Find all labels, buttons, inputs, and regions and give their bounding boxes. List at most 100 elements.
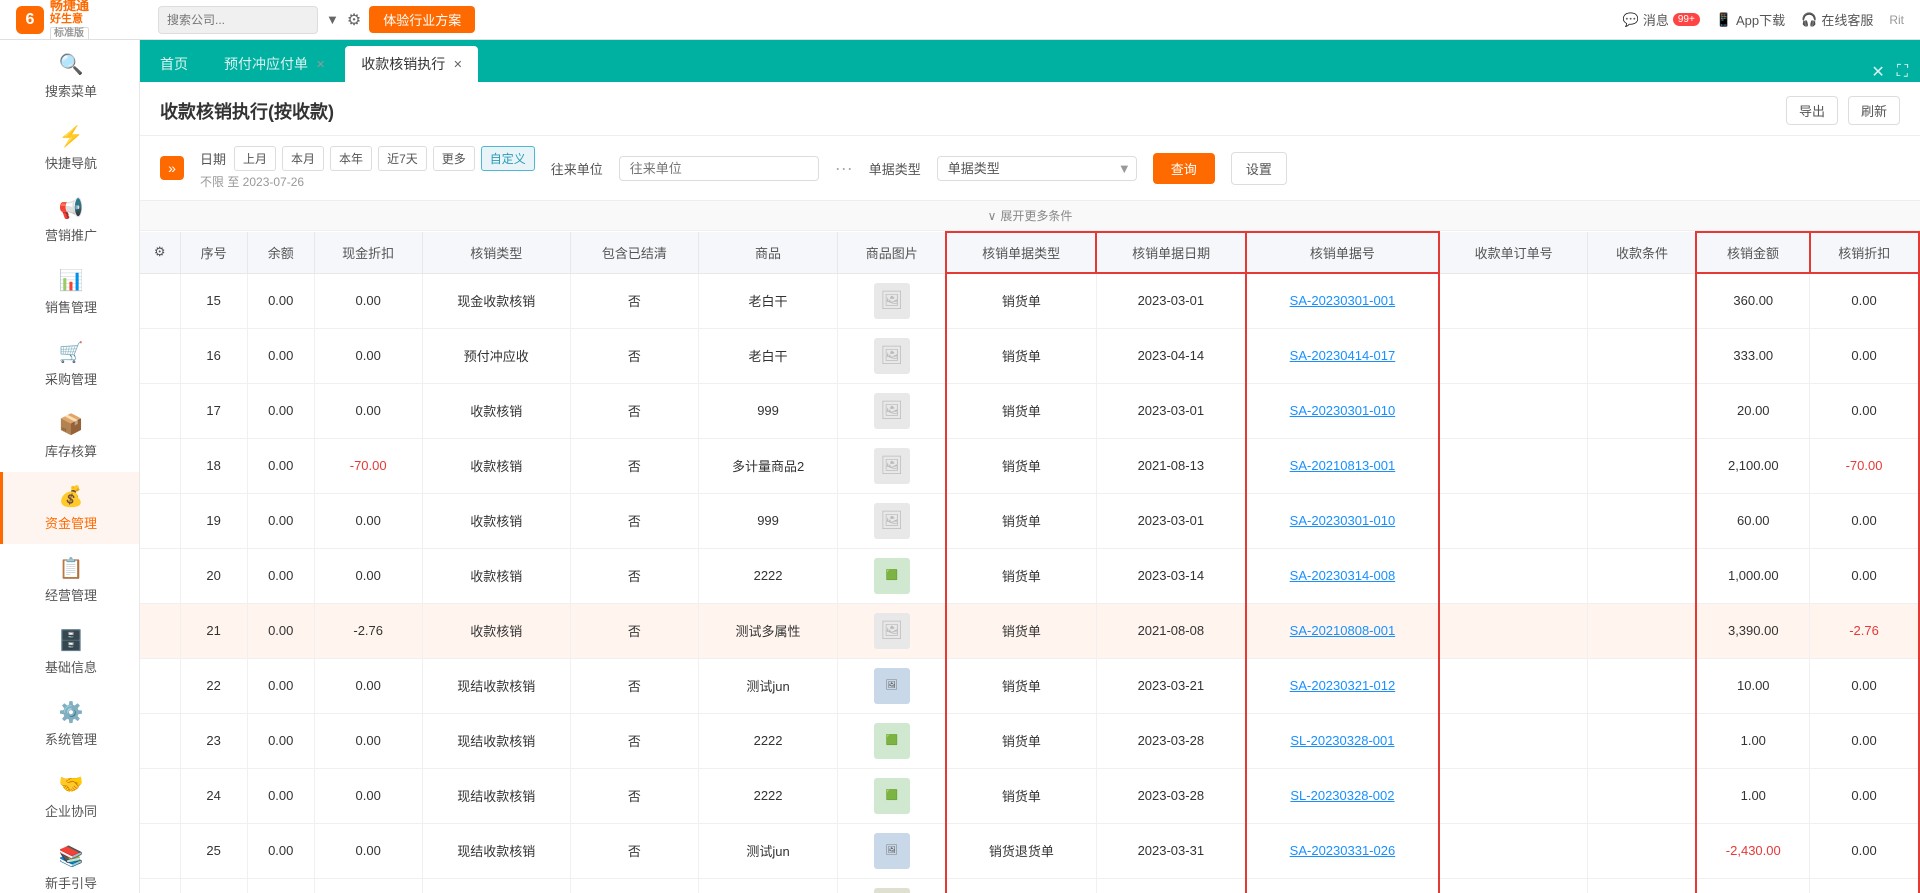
td-voucher-date: 2023-03-31 bbox=[1096, 823, 1246, 878]
td-cash-discount: 0.00 bbox=[314, 493, 422, 548]
td-voucher-type: 销货单 bbox=[946, 438, 1096, 493]
tab-2[interactable]: 收款核销执行✕ bbox=[345, 46, 478, 82]
td-voucher-type: 销货单 bbox=[946, 603, 1096, 658]
last-7days-btn[interactable]: 近7天 bbox=[378, 146, 427, 171]
th-settings[interactable]: ⚙ bbox=[140, 232, 180, 273]
voucher-no-link[interactable]: SA-20230314-008 bbox=[1290, 568, 1396, 583]
td-settings bbox=[140, 658, 180, 713]
table-row: 24 0.00 0.00 现结收款核销 否 2222 🟩 销货单 2023-03… bbox=[140, 768, 1919, 823]
online-service-label: 在线客服 bbox=[1821, 10, 1873, 29]
td-balance: 0.00 bbox=[247, 603, 314, 658]
goods-img: 🖼 bbox=[874, 668, 910, 704]
th-include-settled: 包含已结清 bbox=[570, 232, 698, 273]
tab-1[interactable]: 预付冲应付单✕ bbox=[208, 46, 341, 82]
sidebar-item-8[interactable]: 🗄️基础信息 bbox=[0, 616, 139, 688]
filter-settings-btn[interactable]: 设置 bbox=[1231, 152, 1287, 185]
voucher-no-link[interactable]: SL-20230328-001 bbox=[1290, 733, 1394, 748]
close-window-icon[interactable]: ✕ bbox=[1871, 62, 1884, 82]
td-goods: 测试jun bbox=[698, 658, 837, 713]
app-download-label: App下载 bbox=[1736, 10, 1785, 29]
td-write-off-discount: 0.00 bbox=[1810, 768, 1919, 823]
sidebar-label-4: 采购管理 bbox=[45, 369, 97, 388]
td-cash-discount: 0.00 bbox=[314, 273, 422, 328]
voucher-no-link[interactable]: SA-20230331-026 bbox=[1290, 843, 1396, 858]
filter-toggle-btn[interactable]: » bbox=[160, 156, 184, 180]
sidebar-item-9[interactable]: ⚙️系统管理 bbox=[0, 688, 139, 760]
sidebar-label-10: 企业协同 bbox=[45, 801, 97, 820]
refresh-btn[interactable]: 刷新 bbox=[1848, 96, 1900, 125]
td-seq: 23 bbox=[180, 713, 247, 768]
td-voucher-no: SL-20230328-001 bbox=[1246, 713, 1439, 768]
td-type: 预付冲应收 bbox=[422, 328, 570, 383]
tab-bar-actions: ✕ ⛶ bbox=[1871, 62, 1920, 82]
company-dropdown-icon[interactable]: ▼ bbox=[326, 12, 339, 27]
td-voucher-date: 2023-03-01 bbox=[1096, 493, 1246, 548]
search-btn[interactable]: 查询 bbox=[1153, 153, 1215, 184]
voucher-no-link[interactable]: SA-20230301-001 bbox=[1290, 293, 1396, 308]
td-receipt-cond bbox=[1588, 658, 1697, 713]
sidebar-item-4[interactable]: 🛒采购管理 bbox=[0, 328, 139, 400]
sidebar-item-5[interactable]: 📦库存核算 bbox=[0, 400, 139, 472]
td-settings bbox=[140, 548, 180, 603]
voucher-no-link[interactable]: SA-20230414-017 bbox=[1290, 348, 1396, 363]
td-voucher-type: 销货退货单 bbox=[946, 823, 1096, 878]
table-row: 17 0.00 0.00 收款核销 否 999 🖼 销货单 2023-03-01… bbox=[140, 383, 1919, 438]
export-btn[interactable]: 导出 bbox=[1786, 96, 1838, 125]
sidebar-item-2[interactable]: 📢营销推广 bbox=[0, 184, 139, 256]
this-month-btn[interactable]: 本月 bbox=[282, 146, 324, 171]
custom-date-btn[interactable]: 自定义 bbox=[481, 146, 535, 171]
last-month-btn[interactable]: 上月 bbox=[234, 146, 276, 171]
td-write-off-amount: 20.00 bbox=[1696, 383, 1809, 438]
td-voucher-no: SA-20230301-010 bbox=[1246, 383, 1439, 438]
sidebar-item-10[interactable]: 🤝企业协同 bbox=[0, 760, 139, 832]
online-service-item[interactable]: 🎧 在线客服 bbox=[1801, 10, 1873, 29]
tab-0[interactable]: 首页 bbox=[144, 46, 204, 82]
voucher-no-link[interactable]: SA-20230321-012 bbox=[1290, 678, 1396, 693]
filter-area: » 日期 上月 本月 本年 近7天 更多 自定义 bbox=[140, 136, 1920, 201]
voucher-no-link[interactable]: SA-20210808-001 bbox=[1290, 623, 1396, 638]
voucher-type-select[interactable]: 单据类型 销货单 销货退货单 bbox=[937, 156, 1137, 181]
goods-img: 🖼 bbox=[874, 283, 910, 319]
td-cash-discount: 0.00 bbox=[314, 658, 422, 713]
page-header: 收款核销执行(按收款) 导出 刷新 bbox=[140, 82, 1920, 136]
td-receipt-cond bbox=[1588, 713, 1697, 768]
sidebar-item-6[interactable]: 💰资金管理 bbox=[0, 472, 139, 544]
app-download-item[interactable]: 📱 App下载 bbox=[1716, 10, 1785, 29]
main-layout: 🔍搜索菜单⚡快捷导航📢营销推广📊销售管理🛒采购管理📦库存核算💰资金管理📋经营管理… bbox=[0, 40, 1920, 893]
td-write-off-discount: 0.00 bbox=[1810, 273, 1919, 328]
sidebar-item-3[interactable]: 📊销售管理 bbox=[0, 256, 139, 328]
sidebar-item-11[interactable]: 📚新手引导 bbox=[0, 832, 139, 893]
td-balance: 0.00 bbox=[247, 328, 314, 383]
td-settings bbox=[140, 823, 180, 878]
tab-close-1[interactable]: ✕ bbox=[316, 58, 325, 71]
voucher-no-link[interactable]: SA-20230301-010 bbox=[1290, 403, 1396, 418]
voucher-no-link[interactable]: SL-20230328-002 bbox=[1290, 788, 1394, 803]
sidebar-item-0[interactable]: 🔍搜索菜单 bbox=[0, 40, 139, 112]
messages-item[interactable]: 💬 消息 99+ bbox=[1623, 10, 1700, 29]
industry-btn[interactable]: 体验行业方案 bbox=[369, 6, 475, 33]
settings-icon[interactable]: ⚙ bbox=[347, 10, 361, 30]
td-voucher-type: 销货单 bbox=[946, 658, 1096, 713]
counterpart-input[interactable] bbox=[619, 156, 819, 181]
expand-more-btn[interactable]: ∨ 展开更多条件 bbox=[988, 207, 1073, 224]
td-write-off-amount: 1,000.00 bbox=[1696, 548, 1809, 603]
company-search-input[interactable] bbox=[158, 6, 318, 34]
sidebar-item-1[interactable]: ⚡快捷导航 bbox=[0, 112, 139, 184]
sidebar-item-7[interactable]: 📋经营管理 bbox=[0, 544, 139, 616]
tab-close-2[interactable]: ✕ bbox=[453, 58, 462, 71]
voucher-no-link[interactable]: SA-20210813-001 bbox=[1290, 458, 1396, 473]
td-voucher-date: 2023-04-14 bbox=[1096, 328, 1246, 383]
td-voucher-type: 销货单 bbox=[946, 383, 1096, 438]
user-name[interactable]: Rit bbox=[1889, 13, 1904, 27]
td-cash-discount: -70.00 bbox=[314, 438, 422, 493]
td-receipt-order bbox=[1439, 493, 1588, 548]
voucher-no-link[interactable]: SA-20230301-010 bbox=[1290, 513, 1396, 528]
counterpart-dots[interactable]: ··· bbox=[835, 158, 853, 179]
sidebar-label-11: 新手引导 bbox=[45, 873, 97, 892]
td-goods-img: 🏢 bbox=[838, 878, 947, 893]
sidebar-icon-2: 📢 bbox=[59, 196, 84, 221]
maximize-icon[interactable]: ⛶ bbox=[1897, 63, 1908, 81]
this-year-btn[interactable]: 本年 bbox=[330, 146, 372, 171]
more-date-btn[interactable]: 更多 bbox=[433, 146, 475, 171]
sidebar-label-5: 库存核算 bbox=[45, 441, 97, 460]
